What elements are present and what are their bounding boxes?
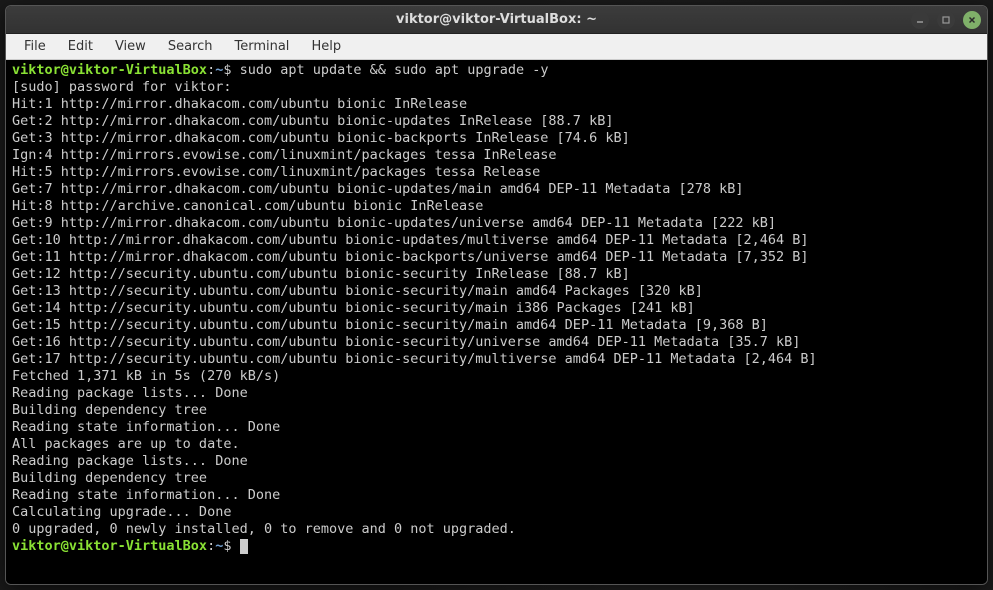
menubar: File Edit View Search Terminal Help — [6, 34, 987, 60]
window-title: viktor@viktor-VirtualBox: ~ — [396, 12, 597, 27]
minimize-icon — [915, 15, 925, 25]
output-line: Get:16 http://security.ubuntu.com/ubuntu… — [12, 334, 981, 351]
minimize-button[interactable] — [911, 11, 929, 29]
prompt-dollar: $ — [223, 538, 239, 554]
prompt-line: viktor@viktor-VirtualBox:~$ — [12, 538, 981, 555]
output-line: Get:13 http://security.ubuntu.com/ubuntu… — [12, 283, 981, 300]
menu-file[interactable]: File — [14, 36, 56, 57]
menu-edit[interactable]: Edit — [58, 36, 103, 57]
prompt-colon: : — [207, 538, 215, 554]
menu-help[interactable]: Help — [301, 36, 351, 57]
close-icon — [967, 15, 977, 25]
output-line: Get:9 http://mirror.dhakacom.com/ubuntu … — [12, 215, 981, 232]
output-line: Reading state information... Done — [12, 487, 981, 504]
prompt-colon: : — [207, 62, 215, 78]
output-line: Get:3 http://mirror.dhakacom.com/ubuntu … — [12, 130, 981, 147]
output-line: Hit:1 http://mirror.dhakacom.com/ubuntu … — [12, 96, 981, 113]
output-line: Reading package lists... Done — [12, 453, 981, 470]
output-line: Get:17 http://security.ubuntu.com/ubuntu… — [12, 351, 981, 368]
output-line: 0 upgraded, 0 newly installed, 0 to remo… — [12, 521, 981, 538]
output-line: Get:15 http://security.ubuntu.com/ubuntu… — [12, 317, 981, 334]
prompt-line: viktor@viktor-VirtualBox:~$ sudo apt upd… — [12, 62, 981, 79]
output-line: Ign:4 http://mirrors.evowise.com/linuxmi… — [12, 147, 981, 164]
terminal-body[interactable]: viktor@viktor-VirtualBox:~$ sudo apt upd… — [6, 60, 987, 584]
maximize-button[interactable] — [937, 11, 955, 29]
menu-terminal[interactable]: Terminal — [224, 36, 299, 57]
titlebar[interactable]: viktor@viktor-VirtualBox: ~ — [6, 6, 987, 34]
output-line: All packages are up to date. — [12, 436, 981, 453]
command-text: sudo apt update && sudo apt upgrade -y — [240, 62, 549, 78]
output-line: Get:10 http://mirror.dhakacom.com/ubuntu… — [12, 232, 981, 249]
output-line: Get:2 http://mirror.dhakacom.com/ubuntu … — [12, 113, 981, 130]
cursor — [240, 539, 248, 554]
output-line: Get:11 http://mirror.dhakacom.com/ubuntu… — [12, 249, 981, 266]
output-line: Fetched 1,371 kB in 5s (270 kB/s) — [12, 368, 981, 385]
output-line: Hit:5 http://mirrors.evowise.com/linuxmi… — [12, 164, 981, 181]
window-controls — [911, 11, 981, 29]
output-line: Reading state information... Done — [12, 419, 981, 436]
maximize-icon — [941, 15, 951, 25]
close-button[interactable] — [963, 11, 981, 29]
output-line: Calculating upgrade... Done — [12, 504, 981, 521]
output-line: Hit:8 http://archive.canonical.com/ubunt… — [12, 198, 981, 215]
output-line: Get:7 http://mirror.dhakacom.com/ubuntu … — [12, 181, 981, 198]
menu-view[interactable]: View — [105, 36, 156, 57]
output-line: Building dependency tree — [12, 402, 981, 419]
output-line: Building dependency tree — [12, 470, 981, 487]
output-line: [sudo] password for viktor: — [12, 79, 981, 96]
output-line: Get:12 http://security.ubuntu.com/ubuntu… — [12, 266, 981, 283]
prompt-dollar: $ — [223, 62, 239, 78]
menu-search[interactable]: Search — [158, 36, 223, 57]
output-line: Get:14 http://security.ubuntu.com/ubuntu… — [12, 300, 981, 317]
prompt-user-host: viktor@viktor-VirtualBox — [12, 62, 207, 78]
prompt-user-host: viktor@viktor-VirtualBox — [12, 538, 207, 554]
output-line: Reading package lists... Done — [12, 385, 981, 402]
terminal-window: viktor@viktor-VirtualBox: ~ File Edit Vi… — [5, 5, 988, 585]
